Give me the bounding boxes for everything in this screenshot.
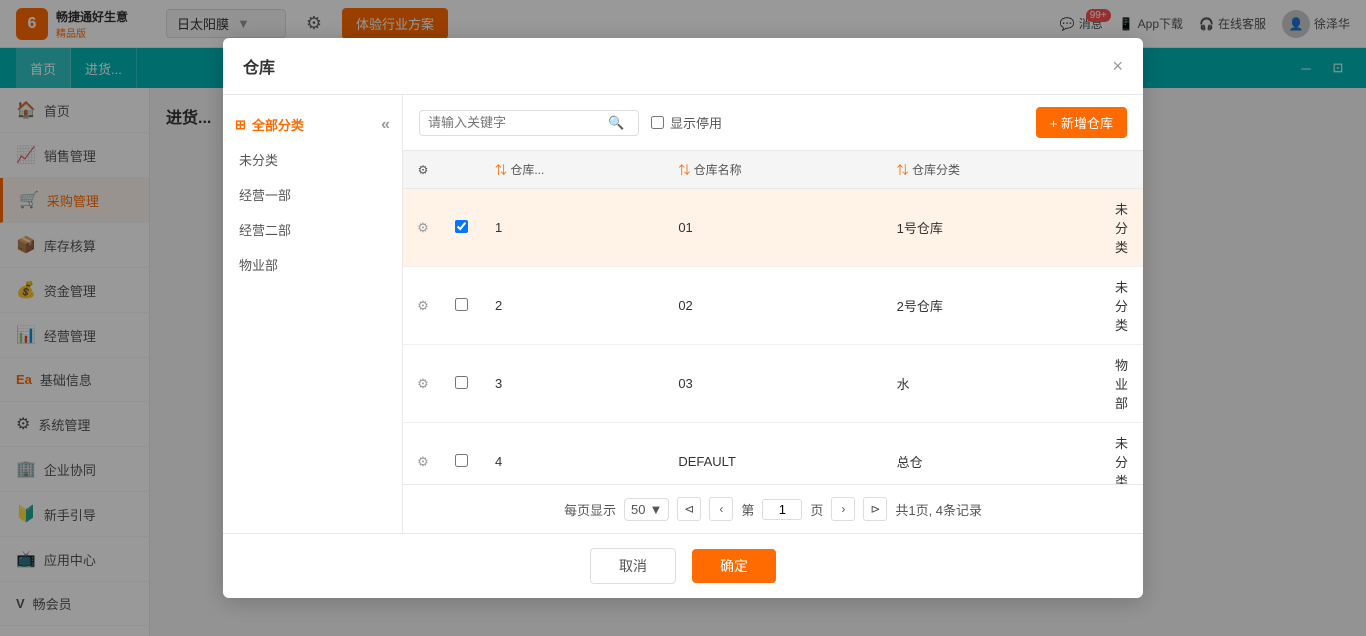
col-name: ⇅ 仓库名称 [666,151,884,189]
modal-footer: 取消 确定 [223,533,1143,598]
next-page-button[interactable]: › [831,497,855,521]
row-name: 1号仓库 [885,189,1103,267]
category-item-unclassified[interactable]: 未分类 [223,142,402,177]
prev-page-button[interactable]: ‹ [709,497,733,521]
row-code: 02 [666,267,884,345]
row-checkbox[interactable] [455,298,468,311]
search-input[interactable] [428,115,608,130]
modal-title: 仓库 [243,54,275,78]
sort-icon-name: ⇅ [678,163,690,177]
category-item-ops1[interactable]: 经营一部 [223,177,402,212]
col-gear: ⚙ [403,151,443,189]
collapse-icon[interactable]: « [381,116,390,134]
last-page-button[interactable]: ⊳ [863,497,887,521]
row-code: DEFAULT [666,423,884,485]
row-name: 水 [885,345,1103,423]
row-gear: ⚙ [403,423,443,485]
category-item-property[interactable]: 物业部 [223,247,402,282]
row-name: 2号仓库 [885,267,1103,345]
total-info: 共1页, 4条记录 [895,500,982,519]
col-code: ⇅ 仓库... [483,151,666,189]
table-header: ⚙ ⇅ 仓库... ⇅ 仓库名称 ⇅ 仓库分类 [403,151,1143,189]
row-category: 未分类 [1103,267,1143,345]
pagination: 每页显示 50 ▼ ⊲ ‹ 第 页 › ⊳ 共1页, 4条记录 [403,484,1143,533]
modal-header: 仓库 × [223,38,1143,95]
modal-body: ⊞ 全部分类 « 未分类 经营一部 经营二部 物业部 🔍 显示停用 + 新增仓库 [223,95,1143,533]
row-checkbox[interactable] [455,454,468,467]
show-disabled-label[interactable]: 显示停用 [651,113,722,132]
col-actions [1103,151,1143,189]
all-categories-header: ⊞ 全部分类 « [223,107,402,142]
table-row[interactable]: ⚙ 1 01 1号仓库 未分类 [403,189,1143,267]
warehouse-table: ⚙ ⇅ 仓库... ⇅ 仓库名称 ⇅ 仓库分类 [403,151,1143,484]
first-page-button[interactable]: ⊲ [677,497,701,521]
warehouse-modal: 仓库 × ⊞ 全部分类 « 未分类 经营一部 经营二部 物业部 🔍 [223,38,1143,598]
row-checkbox[interactable] [455,376,468,389]
add-warehouse-button[interactable]: + 新增仓库 [1036,107,1127,138]
row-category: 未分类 [1103,423,1143,485]
row-check [443,267,483,345]
toolbar: 🔍 显示停用 + 新增仓库 [403,95,1143,151]
search-icon[interactable]: 🔍 [608,115,624,131]
all-categories-label: 全部分类 [252,115,304,134]
col-category: ⇅ 仓库分类 [885,151,1103,189]
sort-icon-cat: ⇅ [897,163,909,177]
category-item-ops2[interactable]: 经营二部 [223,212,402,247]
row-gear: ⚙ [403,267,443,345]
page-suffix: 页 [810,500,823,519]
confirm-button[interactable]: 确定 [692,549,776,583]
chevron-down-icon: ▼ [649,502,662,517]
row-category: 未分类 [1103,189,1143,267]
cancel-button[interactable]: 取消 [590,548,676,584]
warehouse-table-wrap: ⚙ ⇅ 仓库... ⇅ 仓库名称 ⇅ 仓库分类 [403,151,1143,484]
table-row[interactable]: ⚙ 3 03 水 物业部 [403,345,1143,423]
row-index: 2 [483,267,666,345]
grid-icon: ⊞ [235,117,246,133]
table-row[interactable]: ⚙ 4 DEFAULT 总仓 未分类 [403,423,1143,485]
show-disabled-checkbox[interactable] [651,116,664,129]
row-check [443,189,483,267]
sort-icon: ⇅ [495,163,507,177]
col-checkbox [443,151,483,189]
per-page-select[interactable]: 50 ▼ [624,498,669,521]
row-category: 物业部 [1103,345,1143,423]
category-panel: ⊞ 全部分类 « 未分类 经营一部 经营二部 物业部 [223,95,403,533]
row-gear: ⚙ [403,189,443,267]
table-body: ⚙ 1 01 1号仓库 未分类 ⚙ 2 02 2号仓库 [403,189,1143,485]
row-check [443,423,483,485]
row-index: 3 [483,345,666,423]
row-checkbox[interactable] [455,220,468,233]
search-wrap: 🔍 [419,110,639,136]
warehouse-list-panel: 🔍 显示停用 + 新增仓库 ⚙ ⇅ 仓库... [403,95,1143,533]
row-check [443,345,483,423]
table-row[interactable]: ⚙ 2 02 2号仓库 未分类 [403,267,1143,345]
page-label: 第 [741,500,754,519]
page-number-input[interactable] [762,499,802,520]
row-code: 01 [666,189,884,267]
per-page-label: 每页显示 [564,500,616,519]
row-index: 4 [483,423,666,485]
row-gear: ⚙ [403,345,443,423]
close-icon[interactable]: × [1112,56,1123,77]
row-name: 总仓 [885,423,1103,485]
row-index: 1 [483,189,666,267]
row-code: 03 [666,345,884,423]
